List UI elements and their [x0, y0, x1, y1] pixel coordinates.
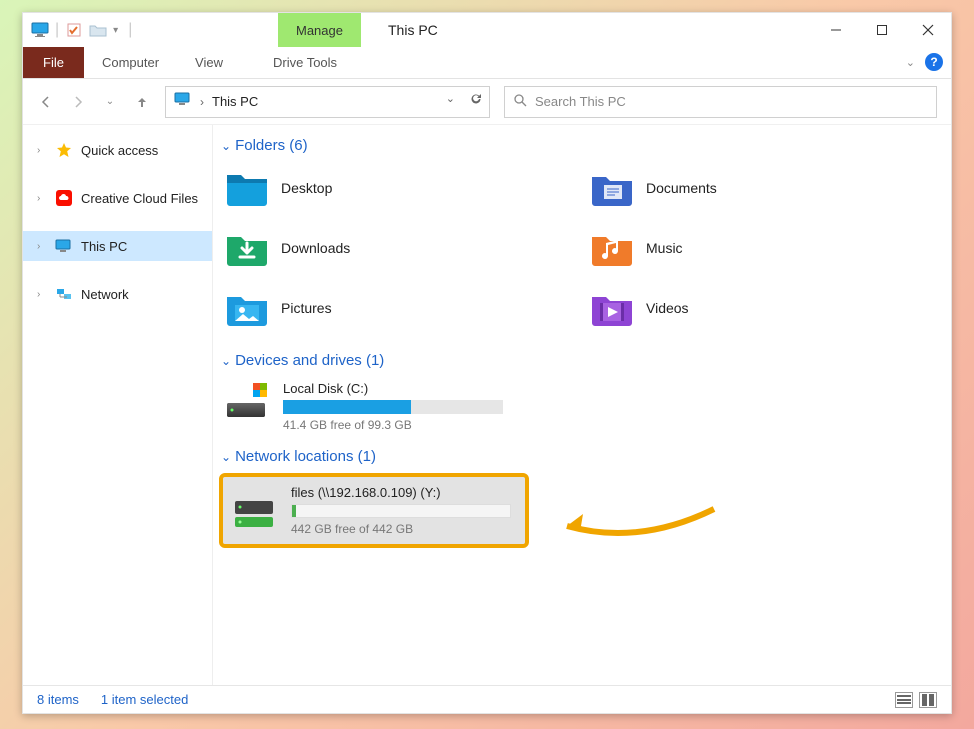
- search-icon: [513, 93, 527, 110]
- breadcrumb-this-pc[interactable]: This PC: [212, 94, 258, 109]
- section-header-devices[interactable]: ⌄ Devices and drives (1): [219, 348, 937, 377]
- ribbon-tab-view[interactable]: View: [177, 47, 241, 78]
- music-folder-icon: [590, 226, 634, 270]
- ribbon: File Computer View Drive Tools ⌄ ?: [23, 47, 951, 79]
- status-bar: 8 items 1 item selected: [23, 685, 951, 713]
- large-icons-view-button[interactable]: [919, 692, 937, 708]
- quick-access-toolbar: | ▾ |: [23, 21, 140, 39]
- folder-music[interactable]: Music: [584, 222, 937, 274]
- ribbon-tab-drive-tools[interactable]: Drive Tools: [255, 47, 355, 78]
- drive-free-text: 41.4 GB free of 99.3 GB: [283, 418, 733, 432]
- drive-usage-bar: [283, 400, 503, 414]
- ribbon-tab-file[interactable]: File: [23, 47, 84, 78]
- sidebar-item-label: Creative Cloud Files: [81, 191, 198, 206]
- window-title: This PC: [388, 22, 438, 38]
- network-drive-y[interactable]: files (\\192.168.0.109) (Y:) 442 GB free…: [219, 473, 529, 548]
- sidebar-item-label: Network: [81, 287, 129, 302]
- network-drive-icon: [233, 491, 277, 531]
- refresh-icon[interactable]: [469, 92, 483, 111]
- search-box[interactable]: Search This PC: [504, 86, 937, 118]
- new-folder-icon[interactable]: [89, 21, 107, 39]
- network-usage-bar: [291, 504, 511, 518]
- downloads-folder-icon: [225, 226, 269, 270]
- minimize-button[interactable]: [813, 13, 859, 47]
- this-pc-icon: [174, 92, 192, 111]
- chevron-right-icon[interactable]: ›: [37, 241, 47, 252]
- sidebar-item-label: This PC: [81, 239, 127, 254]
- address-dropdown-icon[interactable]: ⌄: [446, 92, 455, 111]
- sidebar-item-network[interactable]: › Network: [23, 279, 212, 309]
- folder-videos[interactable]: Videos: [584, 282, 937, 334]
- ribbon-tab-manage[interactable]: Manage: [278, 13, 361, 47]
- sidebar-item-creative-cloud[interactable]: › Creative Cloud Files: [23, 183, 212, 213]
- sidebar-item-quick-access[interactable]: › Quick access: [23, 135, 212, 165]
- status-item-count: 8 items: [37, 692, 79, 707]
- details-view-button[interactable]: [895, 692, 913, 708]
- network-drive-label: files (\\192.168.0.109) (Y:): [291, 485, 515, 500]
- section-header-folders[interactable]: ⌄ Folders (6): [219, 133, 937, 162]
- recent-locations-button[interactable]: ⌄: [101, 96, 119, 107]
- folder-documents[interactable]: Documents: [584, 162, 937, 214]
- chevron-right-icon[interactable]: ›: [37, 145, 47, 156]
- chevron-down-icon[interactable]: ⌄: [221, 354, 231, 368]
- folder-label: Videos: [646, 300, 689, 316]
- up-button[interactable]: [133, 95, 151, 109]
- qat-divider: |: [128, 21, 132, 39]
- section-header-label: Folders (6): [235, 137, 308, 154]
- qat-dropdown-icon[interactable]: ▾: [113, 25, 118, 36]
- ribbon-tab-computer[interactable]: Computer: [84, 47, 177, 78]
- sidebar-item-label: Quick access: [81, 143, 158, 158]
- section-header-label: Devices and drives (1): [235, 352, 384, 369]
- search-placeholder: Search This PC: [535, 94, 626, 109]
- status-selection-count: 1 item selected: [101, 692, 188, 707]
- folder-pictures[interactable]: Pictures: [219, 282, 572, 334]
- navigation-pane: › Quick access › Creative Cloud Files › …: [23, 125, 213, 685]
- disk-drive-icon: [225, 381, 269, 421]
- drive-local-c[interactable]: Local Disk (C:) 41.4 GB free of 99.3 GB: [219, 377, 739, 444]
- titlebar: | ▾ | Manage This PC: [23, 13, 951, 47]
- sidebar-item-this-pc[interactable]: › This PC: [23, 231, 212, 261]
- videos-folder-icon: [590, 286, 634, 330]
- creative-cloud-icon: [55, 189, 73, 207]
- star-icon: [55, 141, 73, 159]
- explorer-window: | ▾ | Manage This PC File Comput: [22, 12, 952, 714]
- this-pc-icon: [55, 237, 73, 255]
- qat-divider: |: [55, 21, 59, 39]
- annotation-arrow-icon: [559, 501, 719, 556]
- body: › Quick access › Creative Cloud Files › …: [23, 125, 951, 685]
- desktop-folder-icon: [225, 166, 269, 210]
- help-icon[interactable]: ?: [925, 53, 943, 71]
- section-header-network[interactable]: ⌄ Network locations (1): [219, 444, 937, 473]
- folder-label: Documents: [646, 180, 717, 196]
- chevron-down-icon[interactable]: ⌄: [221, 450, 231, 464]
- network-icon: [55, 285, 73, 303]
- maximize-button[interactable]: [859, 13, 905, 47]
- folder-desktop[interactable]: Desktop: [219, 162, 572, 214]
- chevron-right-icon[interactable]: ›: [37, 193, 47, 204]
- properties-icon[interactable]: [65, 21, 83, 39]
- forward-button[interactable]: [69, 95, 87, 109]
- navigation-row: ⌄ › This PC ⌄ Search This PC: [23, 79, 951, 125]
- section-header-label: Network locations (1): [235, 448, 376, 465]
- address-bar[interactable]: › This PC ⌄: [165, 86, 490, 118]
- ribbon-expand-icon[interactable]: ⌄: [906, 56, 915, 69]
- pictures-folder-icon: [225, 286, 269, 330]
- chevron-right-icon[interactable]: ›: [200, 95, 204, 109]
- chevron-down-icon[interactable]: ⌄: [221, 139, 231, 153]
- documents-folder-icon: [590, 166, 634, 210]
- back-button[interactable]: [37, 95, 55, 109]
- drive-label: Local Disk (C:): [283, 381, 733, 396]
- chevron-right-icon[interactable]: ›: [37, 289, 47, 300]
- network-free-text: 442 GB free of 442 GB: [291, 522, 515, 536]
- this-pc-icon: [31, 21, 49, 39]
- folder-label: Downloads: [281, 240, 350, 256]
- folder-label: Desktop: [281, 180, 332, 196]
- folder-label: Pictures: [281, 300, 332, 316]
- folder-label: Music: [646, 240, 683, 256]
- close-button[interactable]: [905, 13, 951, 47]
- folder-downloads[interactable]: Downloads: [219, 222, 572, 274]
- main-pane: ⌄ Folders (6) Desktop Documents Download…: [213, 125, 951, 685]
